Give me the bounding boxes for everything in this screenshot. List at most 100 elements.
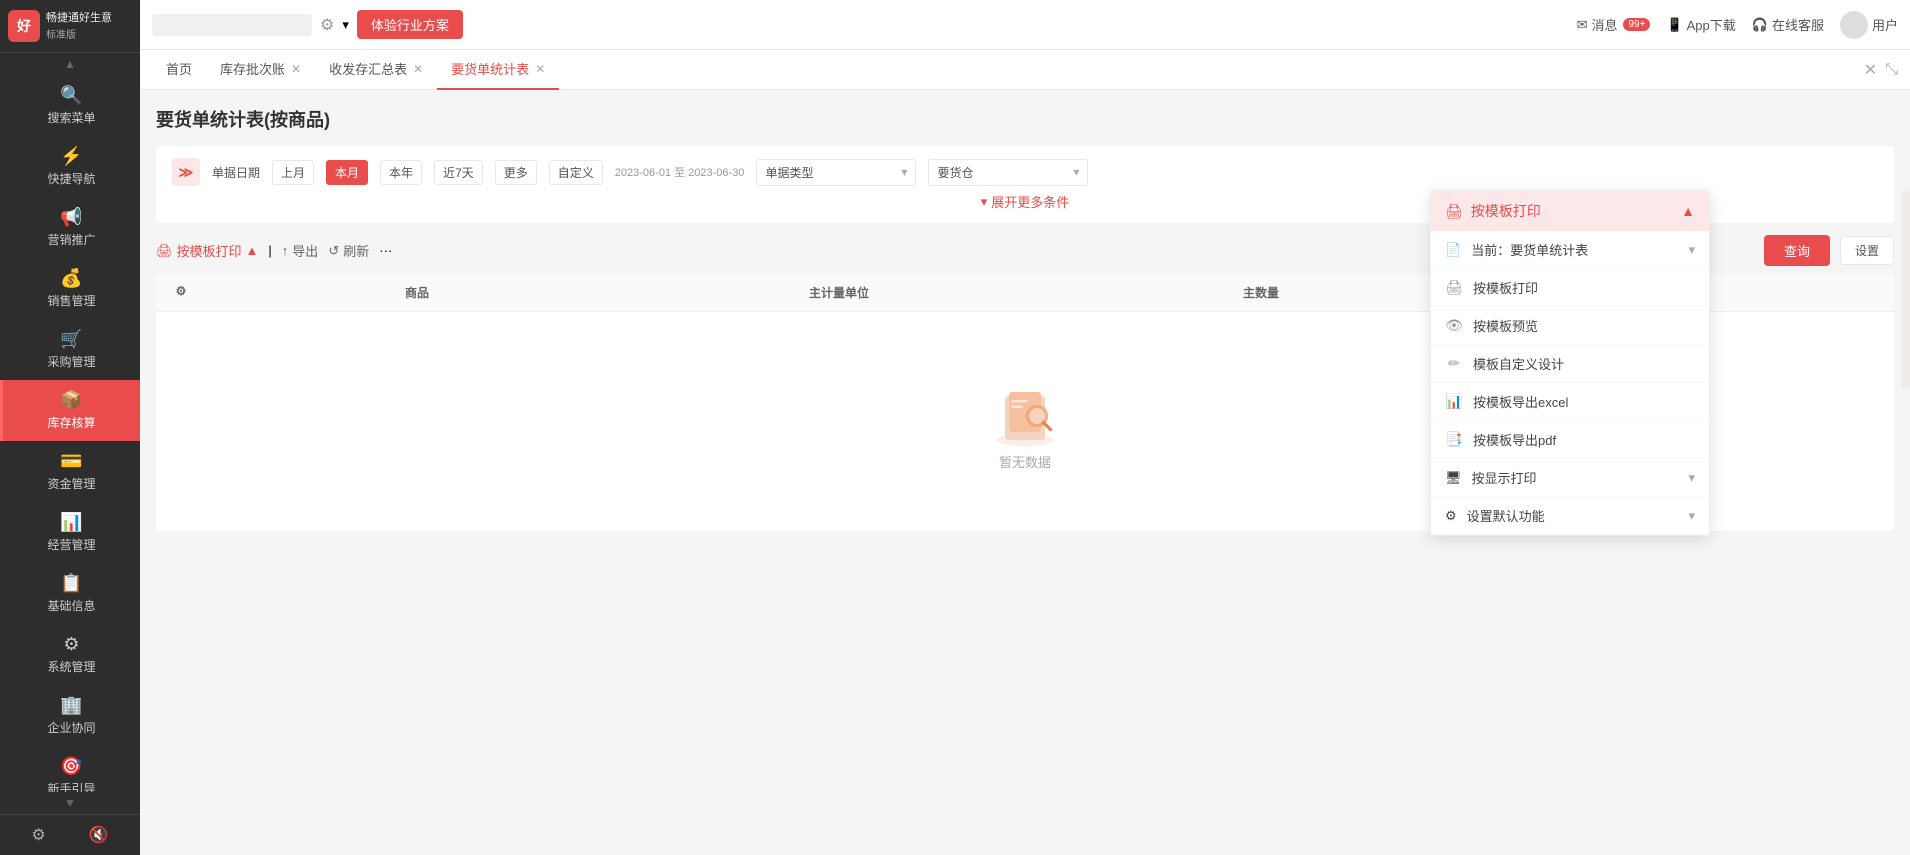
sidebar-item-marketing[interactable]: 📢 营销推广 xyxy=(0,197,140,258)
template-excel-icon: 📊 xyxy=(1445,393,1463,410)
date-prev-month-btn[interactable]: 上月 xyxy=(272,160,314,185)
type-select[interactable]: 单据类型 ▾ xyxy=(756,159,916,186)
tab-home[interactable]: 首页 xyxy=(152,50,206,90)
sidebar-item-purchase[interactable]: 🛒 采购管理 xyxy=(0,319,140,380)
user-avatar-button[interactable]: 用户 xyxy=(1840,11,1898,39)
sidebar-item-guide[interactable]: 🎯 新手引导 xyxy=(0,746,140,792)
tab-home-label: 首页 xyxy=(166,59,192,78)
warehouse-select[interactable]: 要货仓 ▾ xyxy=(928,159,1088,186)
topbar-right: ✉ 消息 99+ 📱 App下载 🎧 在线客服 用户 xyxy=(1577,11,1898,39)
scroll-stub[interactable] xyxy=(1902,190,1910,390)
col-gear[interactable]: ⚙ xyxy=(156,274,206,311)
chevron-down-icon: ▼ xyxy=(64,796,76,810)
search-input[interactable] xyxy=(152,14,312,36)
type-select-arrow: ▾ xyxy=(901,165,907,179)
dropdown-item-template-pdf[interactable]: 📑 按模板导出pdf xyxy=(1431,421,1709,459)
export-icon: ↑ xyxy=(282,243,289,258)
sidebar-item-enterprise[interactable]: 🏢 企业协同 xyxy=(0,685,140,746)
date-custom-btn[interactable]: 自定义 xyxy=(549,160,603,185)
no-data-illustration xyxy=(985,372,1065,452)
sidebar-item-shortcut[interactable]: ⚡ 快捷导航 xyxy=(0,136,140,197)
settings-bottom-icon[interactable]: ⚙ xyxy=(31,825,45,845)
dropdown-sub-left: 📄 当前：要货单统计表 xyxy=(1445,240,1588,259)
export-label: 导出 xyxy=(292,241,318,260)
expand-filter-button[interactable]: ▾ 展开更多条件 xyxy=(981,192,1070,211)
dropdown-item-display-print[interactable]: 🖥 按显示打印 ▾ xyxy=(1431,459,1709,497)
dropdown-item-template-design[interactable]: ✏ 模板自定义设计 xyxy=(1431,345,1709,383)
sidebar-item-search[interactable]: 🔍 搜索菜单 xyxy=(0,75,140,136)
template-design-icon: ✏ xyxy=(1445,355,1463,372)
message-button[interactable]: ✉ 消息 99+ xyxy=(1577,15,1651,34)
trial-button[interactable]: 体验行业方案 xyxy=(357,10,463,39)
sidebar-item-label: 营销推广 xyxy=(47,231,95,248)
dropdown-item-template-preview[interactable]: 👁 按模板预览 xyxy=(1431,307,1709,345)
tab-collection-summary[interactable]: 收发存汇总表 ✕ xyxy=(315,50,437,90)
date-label: 单据日期 xyxy=(212,164,260,181)
purchase-icon: 🛒 xyxy=(60,329,82,350)
dropdown-item-current[interactable]: 📄 当前：要货单统计表 ▾ xyxy=(1431,231,1709,269)
more-icon[interactable]: ··· xyxy=(379,243,392,258)
date-current-month-btn[interactable]: 本月 xyxy=(326,160,368,185)
tab-order-stats-label: 要货单统计表 xyxy=(451,59,529,78)
tab-order-stats-close[interactable]: ✕ xyxy=(535,62,545,76)
printer-icon: 🖨 xyxy=(156,243,173,259)
date-7days-btn[interactable]: 近7天 xyxy=(434,160,483,185)
operations-icon: 📊 xyxy=(60,512,82,533)
sidebar-item-label: 快捷导航 xyxy=(47,170,95,187)
sidebar-item-operations[interactable]: 📊 经营管理 xyxy=(0,502,140,563)
date-year-btn[interactable]: 本年 xyxy=(380,160,422,185)
sidebar-item-system[interactable]: ⚙ 系统管理 xyxy=(0,624,140,685)
default-setting-label: 设置默认功能 xyxy=(1467,506,1545,525)
template-print-icon: 🖨 xyxy=(1445,279,1463,296)
online-service-label: 在线客服 xyxy=(1772,15,1824,34)
guide-icon: 🎯 xyxy=(60,756,82,777)
topbar: ⚙ ▾ 体验行业方案 ✉ 消息 99+ 📱 App下载 🎧 在线客服 用户 xyxy=(140,0,1910,50)
mute-icon[interactable]: 🔇 xyxy=(89,825,109,845)
app-download-button[interactable]: 📱 App下载 xyxy=(1666,15,1735,34)
message-badge: 99+ xyxy=(1623,18,1650,31)
dropdown-header: 🖨 按模板打印 ▲ xyxy=(1431,191,1709,231)
sidebar-item-basic[interactable]: 📋 基础信息 xyxy=(0,563,140,624)
sidebar-scroll-up[interactable]: ▲ xyxy=(0,53,140,75)
dropdown-arrow-icon[interactable]: ▾ xyxy=(342,17,349,33)
expand-label: 展开更多条件 xyxy=(991,192,1069,211)
tab-close-all-icon[interactable]: ✕ xyxy=(1864,60,1877,80)
sidebar-item-label: 基础信息 xyxy=(47,597,95,614)
tab-collection-close[interactable]: ✕ xyxy=(413,62,423,76)
topbar-left: ⚙ ▾ 体验行业方案 xyxy=(152,10,463,39)
tab-inventory-batch-close[interactable]: ✕ xyxy=(291,62,301,76)
tab-inventory-batch[interactable]: 库存批次账 ✕ xyxy=(206,50,315,90)
tab-maximize-icon[interactable]: ⤡ xyxy=(1885,61,1898,79)
online-service-button[interactable]: 🎧 在线客服 xyxy=(1752,15,1824,34)
sidebar-item-label: 系统管理 xyxy=(47,658,95,675)
filter-toggle-button[interactable]: ≫ xyxy=(172,158,200,186)
current-label: 当前：要货单统计表 xyxy=(1471,240,1588,259)
headset-icon: 🎧 xyxy=(1752,17,1768,33)
tab-order-stats[interactable]: 要货单统计表 ✕ xyxy=(437,50,559,90)
export-button[interactable]: ↑ 导出 xyxy=(282,241,319,260)
date-more-btn[interactable]: 更多 xyxy=(495,160,537,185)
dropdown-item-template-print[interactable]: 🖨 按模板打印 xyxy=(1431,269,1709,307)
refresh-button[interactable]: ↺ 刷新 xyxy=(328,241,369,260)
sidebar-scroll-down[interactable]: ▼ xyxy=(0,792,140,814)
page-title: 要货单统计表(按商品) xyxy=(156,106,1894,132)
warehouse-arrow: ▾ xyxy=(1073,165,1079,179)
dropdown-item-template-excel[interactable]: 📊 按模板导出excel xyxy=(1431,383,1709,421)
template-preview-label: 按模板预览 xyxy=(1473,316,1695,335)
template-pdf-label: 按模板导出pdf xyxy=(1473,430,1695,449)
gear-icon[interactable]: ⚙ xyxy=(320,15,334,35)
display-print-left: 🖥 按显示打印 xyxy=(1445,468,1537,487)
sidebar-item-inventory[interactable]: 📦 库存核算 xyxy=(0,380,140,441)
filter-row: ≫ 单据日期 上月 本月 本年 近7天 更多 自定义 2023-06-01 至 … xyxy=(172,158,1878,186)
content-area: 要货单统计表(按商品) ≫ 单据日期 上月 本月 本年 近7天 更多 自定义 2… xyxy=(140,90,1910,855)
print-template-button[interactable]: 🖨 按模板打印 ▲ xyxy=(156,241,258,260)
col-quantity: 主数量 xyxy=(1050,274,1472,311)
settings-button[interactable]: 设置 xyxy=(1840,236,1894,265)
default-setting-icon: ⚙ xyxy=(1445,508,1457,524)
sidebar-item-label: 资金管理 xyxy=(47,475,95,492)
dropdown-collapse-icon[interactable]: ▲ xyxy=(1681,203,1695,219)
dropdown-item-default-setting[interactable]: ⚙ 设置默认功能 ▾ xyxy=(1431,497,1709,535)
sidebar-item-sales[interactable]: 💰 销售管理 xyxy=(0,258,140,319)
sidebar-item-finance[interactable]: 💳 资金管理 xyxy=(0,441,140,502)
query-button[interactable]: 查询 xyxy=(1764,235,1830,266)
